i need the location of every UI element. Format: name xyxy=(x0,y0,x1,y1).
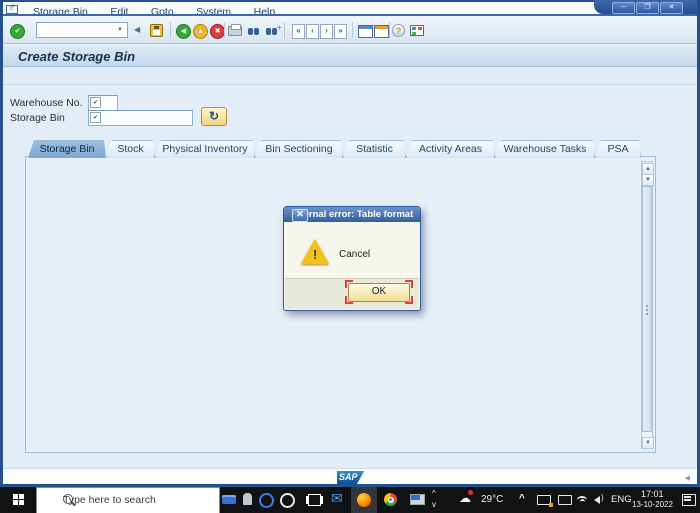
clock-date[interactable]: 13-10-2022 xyxy=(632,500,673,509)
tab-warehouse-tasks[interactable]: Warehouse Tasks xyxy=(495,140,595,158)
first-page-icon[interactable]: « xyxy=(292,24,305,39)
find-icon[interactable] xyxy=(248,28,253,35)
notification-dot xyxy=(549,503,553,507)
toolbar-separator xyxy=(224,22,225,38)
tab-bin-sectioning[interactable]: Bin Sectioning xyxy=(255,140,343,158)
print-icon[interactable] xyxy=(228,24,242,36)
find-next-plus: + xyxy=(277,23,282,32)
tab-statistic[interactable]: Statistic xyxy=(343,140,406,158)
keyboard-tray-icon[interactable] xyxy=(222,495,236,504)
wifi-tray-icon[interactable] xyxy=(577,496,587,504)
tab-psa[interactable]: PSA xyxy=(595,140,641,158)
tab-physical-inventory[interactable]: Physical Inventory xyxy=(155,140,255,158)
title-bar: Create Storage Bin xyxy=(0,46,700,67)
command-dropdown-icon[interactable]: ▼ xyxy=(114,24,126,36)
app-icon[interactable]: ↱ xyxy=(6,3,18,14)
storage-bin-field[interactable]: ✔ xyxy=(88,110,193,126)
dialog-close-icon[interactable]: ✕ xyxy=(292,209,308,222)
taskbar-scroll-down-icon[interactable]: v xyxy=(432,500,436,509)
close-button[interactable]: ✕ xyxy=(660,2,683,14)
weather-alert-dot xyxy=(468,490,473,495)
weather-cloud-icon[interactable]: ☁ xyxy=(459,490,473,505)
tab-stock[interactable]: Stock xyxy=(106,140,155,158)
headset-tray-icon[interactable] xyxy=(259,493,274,508)
required-icon: ✔ xyxy=(90,112,101,123)
back-icon[interactable]: ◀ xyxy=(176,24,191,39)
start-button[interactable] xyxy=(0,487,34,513)
page-title: Create Storage Bin xyxy=(18,49,136,64)
storage-bin-label: Storage Bin xyxy=(10,112,65,124)
task-view-button[interactable] xyxy=(308,494,321,506)
error-dialog: Internal error: Table format ✕ ! Cancel … xyxy=(283,206,421,311)
windows-taskbar: Type here to search ✉ ^ v ☁ 29°C ^ ) ENG… xyxy=(0,487,700,513)
warehouse-no-label: Warehouse No. xyxy=(10,97,83,109)
enter-icon[interactable]: ✔ xyxy=(10,24,25,39)
focus-corner xyxy=(405,280,413,288)
cortana-button[interactable] xyxy=(280,493,295,508)
find-next-icon[interactable] xyxy=(266,28,271,35)
warning-icon: ! xyxy=(301,239,329,264)
status-collapse-icon[interactable]: ◀ xyxy=(685,474,690,482)
windows-logo-icon xyxy=(13,494,18,499)
action-center-icon[interactable] xyxy=(682,494,696,506)
language-indicator[interactable]: ENG xyxy=(611,494,632,505)
required-icon: ✔ xyxy=(90,97,101,108)
command-field[interactable]: ▼ xyxy=(36,22,128,38)
scroll-down-icon[interactable]: ▼ xyxy=(642,174,654,186)
cancel-icon[interactable]: ✖ xyxy=(210,24,225,39)
chrome-app-icon[interactable] xyxy=(384,493,397,506)
application-toolbar xyxy=(0,68,700,85)
another-entry-button[interactable]: ↻ xyxy=(201,107,227,126)
toolbar-separator xyxy=(284,22,285,38)
taskbar-scroll-up-icon[interactable]: ^ xyxy=(432,489,436,498)
remote-desktop-icon[interactable] xyxy=(410,494,425,505)
warehouse-no-field[interactable]: ✔ xyxy=(88,95,118,111)
exit-icon[interactable]: ▲ xyxy=(193,24,208,39)
window-border-left xyxy=(0,0,3,487)
toolbar-separator xyxy=(389,22,390,38)
collapse-command-icon[interactable]: ◀ xyxy=(134,25,140,34)
temperature-label[interactable]: 29°C xyxy=(481,494,503,505)
scrollbar-thumb[interactable] xyxy=(642,186,652,432)
firefox-icon xyxy=(357,493,371,507)
standard-toolbar: ✔ ▼ ◀ ◀ ▲ ✖ + « ‹ › » ? xyxy=(0,14,700,44)
focus-corner xyxy=(345,296,353,304)
minimize-button[interactable]: ─ xyxy=(612,2,635,14)
focus-corner xyxy=(405,296,413,304)
tab-activity-areas[interactable]: Activity Areas xyxy=(406,140,495,158)
firefox-app-button[interactable] xyxy=(351,487,377,513)
previous-page-icon[interactable]: ‹ xyxy=(306,24,319,39)
screen: ↱ Storage Bin Edit Goto System Help ─ ❐ … xyxy=(0,0,700,513)
customize-layout-icon[interactable] xyxy=(410,25,424,36)
ok-button[interactable]: OK xyxy=(348,283,410,302)
mail-app-icon[interactable]: ✉ xyxy=(331,490,343,507)
ethernet-tray-icon[interactable] xyxy=(558,495,572,505)
volume-tray-icon[interactable]: ) xyxy=(594,493,604,504)
taskbar-search[interactable]: Type here to search xyxy=(36,487,220,513)
toolbar-separator xyxy=(170,22,171,38)
create-shortcut-icon[interactable] xyxy=(374,25,389,38)
tray-chevron-icon[interactable]: ^ xyxy=(519,493,525,504)
save-icon[interactable] xyxy=(150,24,163,37)
screencast-tray-icon[interactable] xyxy=(537,495,553,507)
dialog-title-bar[interactable]: Internal error: Table format ✕ xyxy=(284,207,420,222)
search-placeholder: Type here to search xyxy=(63,494,156,506)
dialog-title: Internal error: Table format xyxy=(292,209,414,220)
next-page-icon[interactable]: › xyxy=(320,24,333,39)
scrollbar-grip xyxy=(646,305,648,307)
toolbar-separator xyxy=(352,22,353,38)
scroll-down-icon[interactable]: ▼ xyxy=(642,437,654,449)
new-session-icon[interactable] xyxy=(358,25,373,38)
trophy-tray-icon[interactable] xyxy=(243,493,252,505)
last-page-icon[interactable]: » xyxy=(334,24,347,39)
window-caption: ─ ❐ ✕ xyxy=(594,0,700,14)
focus-corner xyxy=(345,280,353,288)
help-icon[interactable]: ? xyxy=(392,24,405,37)
tab-storage-bin[interactable]: Storage Bin xyxy=(28,140,106,158)
clock-time[interactable]: 17:01 xyxy=(641,489,664,499)
dialog-message: Cancel xyxy=(339,249,371,260)
restore-button[interactable]: ❐ xyxy=(636,2,659,14)
